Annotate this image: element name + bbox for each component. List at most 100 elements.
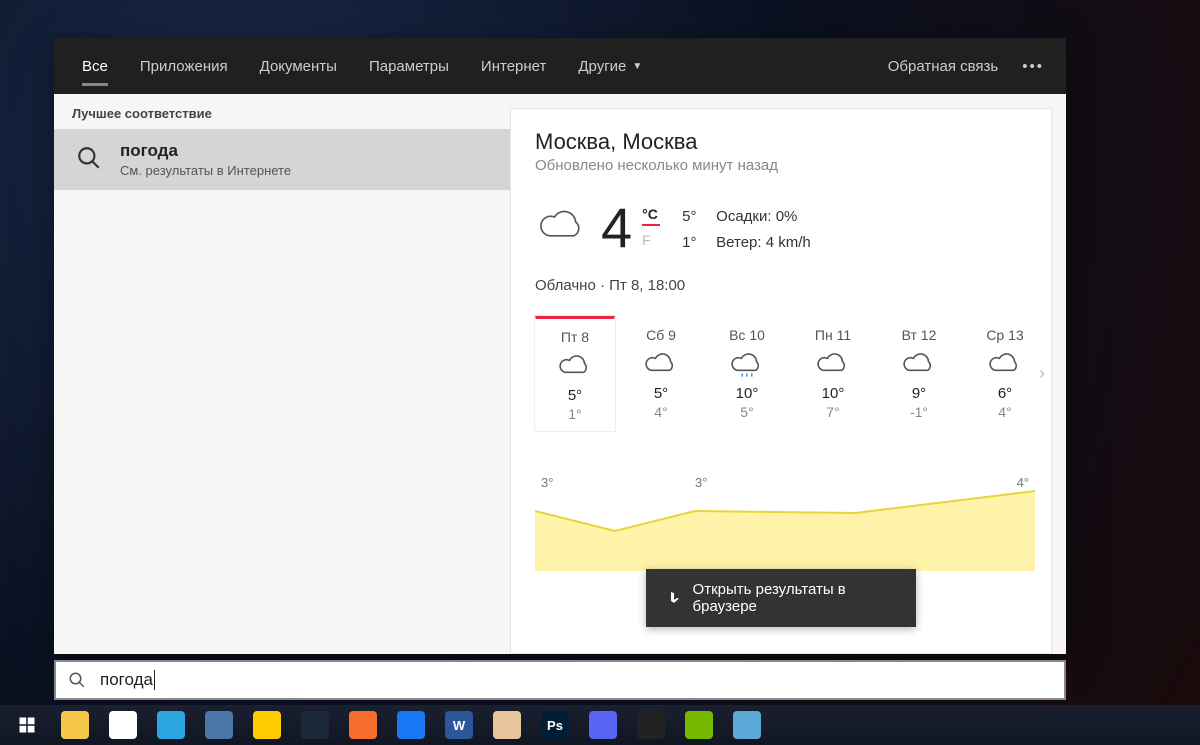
search-icon [68, 671, 86, 689]
cloud-icon [794, 349, 872, 379]
search-result[interactable]: погода См. результаты в Интернете [54, 129, 510, 190]
forecast-high: 10° [708, 385, 786, 402]
tab-apps[interactable]: Приложения [124, 38, 244, 94]
file-explorer-icon [61, 711, 89, 739]
taskbar-photoshop[interactable]: Ps [532, 705, 578, 745]
forecast-day[interactable]: Пн 11 10° 7° [793, 316, 873, 431]
taskbar-chrome[interactable] [100, 705, 146, 745]
open-in-browser-label: Открыть результаты в браузере [693, 581, 894, 615]
search-panel: Все Приложения Документы Параметры Интер… [54, 38, 1066, 654]
search-icon [72, 141, 106, 175]
discord-icon [589, 711, 617, 739]
forecast-day[interactable]: Пт 8 5° 1° [535, 316, 615, 431]
search-query: погода [100, 670, 153, 690]
forecast-day-label: Сб 9 [622, 327, 700, 343]
taskbar-yandex[interactable] [244, 705, 290, 745]
condition-line: Облачно · Пт 8, 18:00 [535, 277, 1035, 294]
tab-internet[interactable]: Интернет [465, 38, 562, 94]
unit-fahrenheit[interactable]: F [642, 232, 660, 248]
tab-all[interactable]: Все [66, 38, 124, 94]
result-subtitle: См. результаты в Интернете [120, 163, 291, 178]
wind-label: Ветер: 4 km/h [716, 234, 811, 251]
result-title: погода [120, 141, 291, 161]
taskbar-word[interactable]: W [436, 705, 482, 745]
best-match-heading: Лучшее соответствие [54, 94, 510, 129]
forecast-low: 5° [708, 404, 786, 420]
nvidia-icon [685, 711, 713, 739]
forecast-high: 6° [966, 385, 1044, 402]
taskbar-obs[interactable] [628, 705, 674, 745]
tab-more-label: Другие [578, 58, 626, 75]
search-input[interactable]: погода [54, 660, 1066, 700]
photoshop-icon: Ps [541, 711, 569, 739]
current-weather: 4 °C F 5°Осадки: 0% 1°Ветер: 4 km/h [535, 200, 1035, 257]
vk-icon [205, 711, 233, 739]
forecast-high: 5° [622, 385, 700, 402]
taskbar-discord[interactable] [580, 705, 626, 745]
word-icon: W [445, 711, 473, 739]
obs-icon [637, 711, 665, 739]
cloud-icon [535, 200, 587, 257]
temp-high: 5° [682, 204, 716, 230]
tab-settings[interactable]: Параметры [353, 38, 465, 94]
tab-more[interactable]: Другие ▼ [562, 38, 658, 94]
yandex-icon [253, 711, 281, 739]
uplay-icon [397, 711, 425, 739]
rain-icon [708, 349, 786, 379]
taskbar-paint[interactable] [484, 705, 530, 745]
bing-icon [668, 590, 683, 606]
chart-label: 4° [1017, 475, 1029, 490]
forecast-day-label: Вт 12 [880, 327, 958, 343]
windows-icon [18, 716, 36, 734]
paint-icon [493, 711, 521, 739]
forecast-low: 7° [794, 404, 872, 420]
weather-stats: 5°Осадки: 0% 1°Ветер: 4 km/h [682, 204, 811, 255]
forecast-day[interactable]: Вс 10 10° 5° [707, 316, 787, 431]
taskbar-steam[interactable] [292, 705, 338, 745]
taskbar-vk[interactable] [196, 705, 242, 745]
taskbar-notes[interactable] [724, 705, 770, 745]
feedback-link[interactable]: Обратная связь [874, 58, 1013, 75]
more-menu-button[interactable]: ••• [1012, 58, 1054, 75]
forecast-day-label: Вс 10 [708, 327, 786, 343]
steam-icon [301, 711, 329, 739]
forecast-row: Пт 8 5° 1°Сб 9 5° 4°Вс 10 10° 5°Пн 11 10… [535, 316, 1035, 431]
weather-location: Москва, Москва [535, 129, 1035, 155]
tab-documents[interactable]: Документы [244, 38, 353, 94]
taskbar-nvidia[interactable] [676, 705, 722, 745]
temp-low: 1° [682, 230, 716, 256]
cloud-icon [880, 349, 958, 379]
text-cursor [154, 670, 155, 690]
current-temp: 4 [601, 200, 632, 256]
chart-label: 3° [541, 475, 553, 490]
forecast-low: -1° [880, 404, 958, 420]
taskbar-start[interactable] [4, 705, 50, 745]
forecast-day[interactable]: Сб 9 5° 4° [621, 316, 701, 431]
taskbar-uplay[interactable] [388, 705, 434, 745]
forecast-day[interactable]: Вт 12 9° -1° [879, 316, 959, 431]
temp-chart: 3° 3° 4° [535, 471, 1035, 571]
forecast-day[interactable]: Ср 13 6° 4° [965, 316, 1045, 431]
taskbar-telegram[interactable] [148, 705, 194, 745]
forecast-low: 4° [966, 404, 1044, 420]
forecast-high: 9° [880, 385, 958, 402]
forecast-high: 10° [794, 385, 872, 402]
open-in-browser-button[interactable]: Открыть результаты в браузере [646, 569, 916, 627]
chart-label: 3° [695, 475, 707, 490]
forecast-low: 4° [622, 404, 700, 420]
results-pane: Лучшее соответствие погода См. результат… [54, 94, 510, 654]
taskbar-origin[interactable] [340, 705, 386, 745]
taskbar-file-explorer[interactable] [52, 705, 98, 745]
search-tabs: Все Приложения Документы Параметры Интер… [54, 38, 1066, 94]
notes-icon [733, 711, 761, 739]
forecast-day-label: Пт 8 [536, 329, 614, 345]
chrome-icon [109, 711, 137, 739]
forecast-high: 5° [536, 387, 614, 404]
cloud-icon [622, 349, 700, 379]
forecast-low: 1° [536, 406, 614, 422]
precip-label: Осадки: 0% [716, 208, 797, 225]
telegram-icon [157, 711, 185, 739]
unit-celsius[interactable]: °C [642, 206, 660, 226]
forecast-day-label: Ср 13 [966, 327, 1044, 343]
forecast-next-arrow[interactable]: › [1035, 357, 1049, 391]
